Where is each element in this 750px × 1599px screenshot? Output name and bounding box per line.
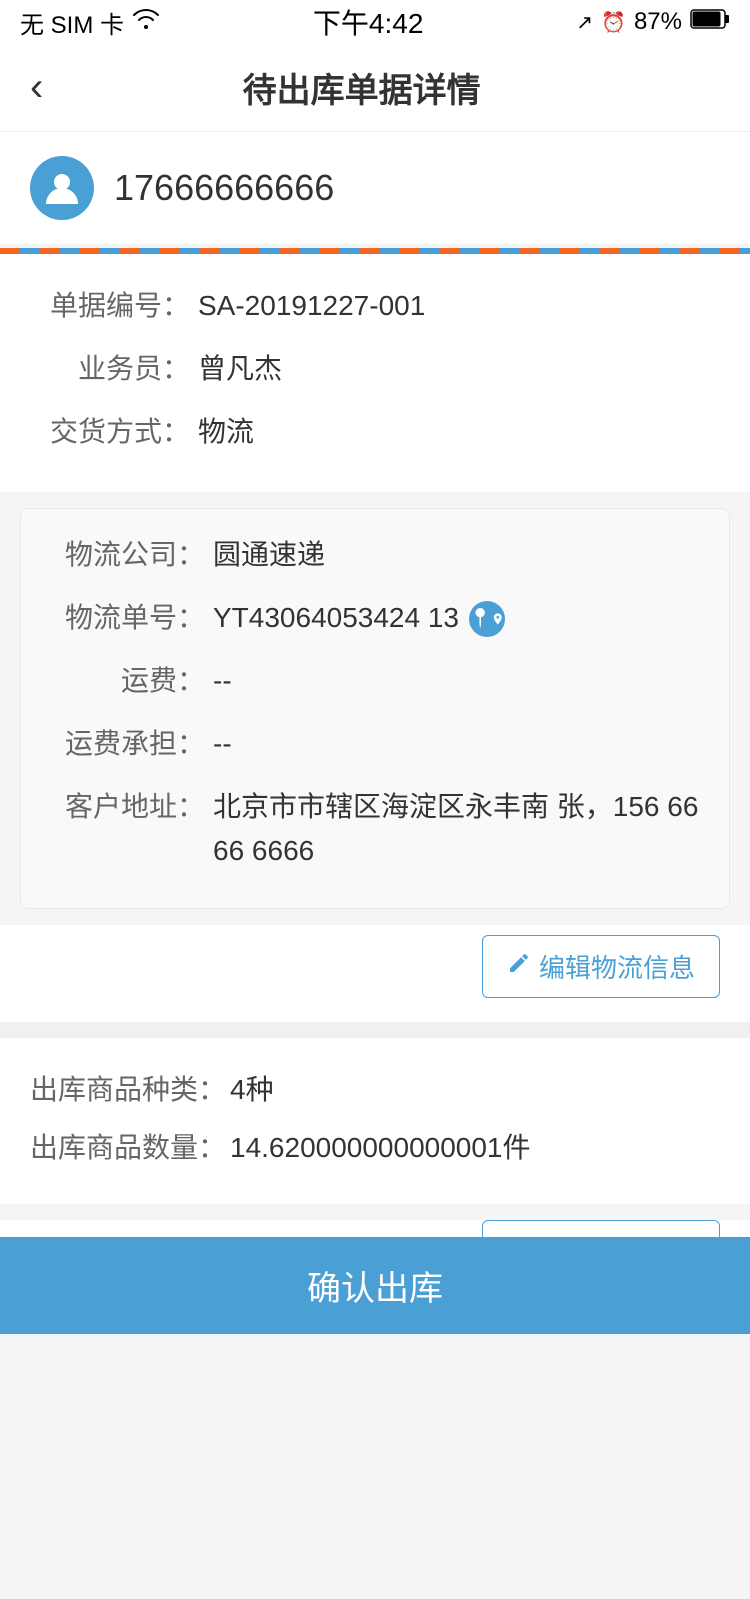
freight-bear-row: 运费承担： -- xyxy=(45,722,705,767)
sales-rep-row: 业务员： 曾凡杰 xyxy=(30,347,720,392)
logistics-tracking-value: YT43064053424 13 xyxy=(213,596,705,641)
freight-value: -- xyxy=(213,659,705,704)
logistics-company-row: 物流公司： 圆通速递 xyxy=(45,533,705,578)
status-bar: 无 SIM 卡 下午4:42 ↗ ⏰ 87% xyxy=(0,0,750,44)
address-value: 北京市市辖区海淀区永丰南 张，156 6666 6666 xyxy=(213,785,705,875)
user-phone: 17666666666 xyxy=(114,167,334,209)
alarm-icon: ⏰ xyxy=(601,10,626,35)
confirm-button-label: 确认出库 xyxy=(307,1270,443,1308)
back-button[interactable]: ‹ xyxy=(30,65,43,110)
status-time: 下午4:42 xyxy=(313,2,424,42)
document-number-row: 单据编号： SA-20191227-001 xyxy=(30,284,720,329)
confirm-button-wrap[interactable]: 确认出库 xyxy=(0,1237,750,1334)
logistics-company-value: 圆通速递 xyxy=(213,533,705,578)
goods-types-label: 出库商品种类： xyxy=(30,1068,230,1108)
page-title: 待出库单据详情 xyxy=(63,63,660,112)
goods-quantity-row: 出库商品数量： 14.620000000000001件 xyxy=(30,1126,720,1166)
freight-bear-label: 运费承担： xyxy=(45,722,205,767)
status-left: 无 SIM 卡 xyxy=(20,5,160,40)
logistics-tracking-label: 物流单号： xyxy=(45,596,205,641)
avatar-icon xyxy=(42,168,82,208)
edit-logistics-wrapper: 编辑物流信息 xyxy=(0,925,750,1022)
delivery-label: 交货方式： xyxy=(30,410,190,455)
freight-label: 运费： xyxy=(45,659,205,704)
delivery-value: 物流 xyxy=(198,410,720,455)
freight-row: 运费： -- xyxy=(45,659,705,704)
goods-section: 出库商品种类： 4种 出库商品数量： 14.620000000000001件 xyxy=(0,1038,750,1204)
sales-rep-value: 曾凡杰 xyxy=(198,347,720,392)
wifi-icon xyxy=(132,8,160,36)
document-info-section: 单据编号： SA-20191227-001 业务员： 曾凡杰 交货方式： 物流 xyxy=(0,254,750,492)
location-service-icon: ↗ xyxy=(576,10,593,35)
logistics-tracking-row: 物流单号： YT43064053424 13 xyxy=(45,596,705,641)
edit-icon xyxy=(507,951,531,982)
goods-types-row: 出库商品种类： 4种 xyxy=(30,1068,720,1108)
edit-logistics-label: 编辑物流信息 xyxy=(539,948,695,985)
goods-quantity-label: 出库商品数量： xyxy=(30,1126,230,1166)
nav-bar: ‹ 待出库单据详情 xyxy=(0,44,750,132)
battery-text: 87% xyxy=(634,8,682,36)
edit-logistics-button[interactable]: 编辑物流信息 xyxy=(482,935,720,998)
carrier-text: 无 SIM 卡 xyxy=(20,5,124,40)
freight-bear-value: -- xyxy=(213,722,705,767)
battery-icon xyxy=(690,8,730,37)
document-number-value: SA-20191227-001 xyxy=(198,284,720,329)
section-separator xyxy=(0,1022,750,1038)
logistics-company-label: 物流公司： xyxy=(45,533,205,578)
address-label: 客户地址： xyxy=(45,785,205,830)
goods-types-value: 4种 xyxy=(230,1068,274,1108)
document-number-label: 单据编号： xyxy=(30,284,190,329)
goods-quantity-value: 14.620000000000001件 xyxy=(230,1126,531,1166)
logistics-card: 物流公司： 圆通速递 物流单号： YT43064053424 13 运费： --… xyxy=(20,508,730,909)
user-header: 17666666666 xyxy=(0,132,750,244)
delivery-row: 交货方式： 物流 xyxy=(30,410,720,455)
sales-rep-label: 业务员： xyxy=(30,347,190,392)
tracking-location-icon[interactable] xyxy=(469,601,505,637)
status-right: ↗ ⏰ 87% xyxy=(576,8,730,37)
address-row: 客户地址： 北京市市辖区海淀区永丰南 张，156 6666 6666 xyxy=(45,785,705,875)
user-avatar xyxy=(30,156,94,220)
